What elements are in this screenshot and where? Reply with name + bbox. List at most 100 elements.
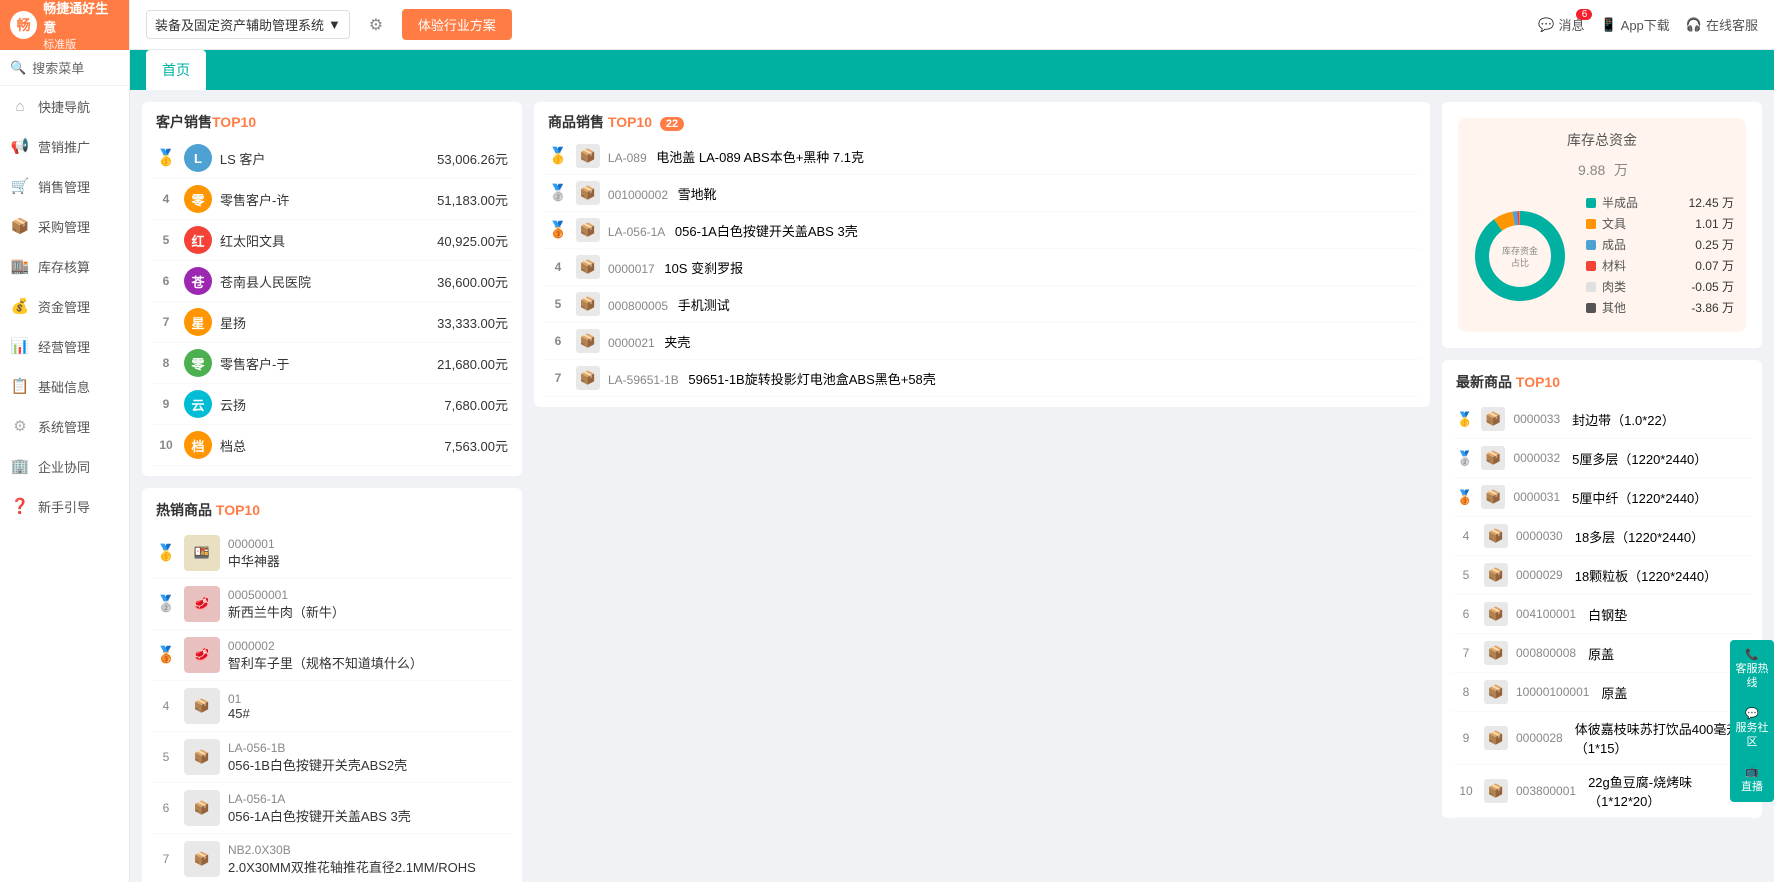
product-code: 0000017 xyxy=(608,262,655,276)
legend-item: 半成品 12.45 万 xyxy=(1586,194,1734,211)
customer-top10-card: 客户销售TOP10 🥇 L LS 客户 53,006.26元 4 xyxy=(142,102,522,476)
rank-num: 4 xyxy=(156,699,176,713)
product-name: 原盖 xyxy=(1601,683,1627,702)
customer-rank-list: 🥇 L LS 客户 53,006.26元 4 零 零售客户-许 51,183.0… xyxy=(142,138,522,476)
customer-amount: 36,600.00元 xyxy=(437,272,508,291)
legend-dot xyxy=(1586,303,1596,313)
product-name: 中华神器 xyxy=(228,551,508,570)
sidebar-item-enterprise[interactable]: 🏢 企业协同 xyxy=(0,446,129,486)
inventory-icon: 🏬 xyxy=(10,256,30,276)
rank-num: 4 xyxy=(548,257,568,277)
rank-num: 10 xyxy=(1456,781,1476,801)
sidebar-item-label: 营销推广 xyxy=(38,137,90,156)
product-code: LA-056-1B xyxy=(228,741,508,755)
legend-label: 材料 xyxy=(1602,257,1689,274)
hot-product-item: 🥈 🥩 000500001 新西兰牛肉（新牛） xyxy=(152,579,512,630)
legend-label: 肉类 xyxy=(1602,278,1685,295)
app-download-btn[interactable]: 📱 App下载 xyxy=(1600,15,1669,34)
product-sales-item: 5 📦 000800005 手机测试 xyxy=(544,286,1420,323)
float-btn-service[interactable]: 📞 客服热线 xyxy=(1730,640,1774,699)
customer-avatar: 星 xyxy=(184,308,212,336)
medal-icon: 🥈 xyxy=(1456,450,1473,467)
customer-avatar: 零 xyxy=(184,349,212,377)
product-code: 000800005 xyxy=(608,299,668,313)
hot-product-item: 6 📦 LA-056-1A 056-1A白色按键开关盖ABS 3壳 xyxy=(152,783,512,834)
online-service-label: 在线客服 xyxy=(1706,15,1758,34)
product-code: 0000021 xyxy=(608,336,655,350)
product-sales-item: 7 📦 LA-59651-1B 59651-1B旋转投影灯电池盒ABS黑色+58… xyxy=(544,360,1420,397)
product-thumbnail: 📦 xyxy=(184,790,220,826)
customer-avatar: 红 xyxy=(184,226,212,254)
trial-button[interactable]: 体验行业方案 xyxy=(402,9,512,40)
newest-product-item: 8 📦 10000100001 原盖 xyxy=(1452,673,1752,712)
product-name: 封边带（1.0*22） xyxy=(1572,410,1675,429)
sidebar-item-marketing[interactable]: 📢 营销推广 xyxy=(0,126,129,166)
customer-amount: 7,563.00元 xyxy=(444,436,508,455)
rank-num: 5 xyxy=(156,230,176,250)
sidebar-item-label: 库存核算 xyxy=(38,257,90,276)
newest-product-item: 5 📦 0000029 18颗粒板（1220*2440） xyxy=(1452,556,1752,595)
sidebar-item-operations[interactable]: 📊 经营管理 xyxy=(0,326,129,366)
sidebar-item-finance[interactable]: 💰 资金管理 xyxy=(0,286,129,326)
product-name: 056-1B白色按键开关壳ABS2壳 xyxy=(228,755,508,774)
product-name: 雪地靴 xyxy=(678,187,717,202)
tab-home[interactable]: 首页 xyxy=(146,50,206,90)
newest-product-item: 🥇 📦 0000033 封边带（1.0*22） xyxy=(1452,400,1752,439)
legend-item: 材料 0.07 万 xyxy=(1586,257,1734,274)
rank-num: 6 xyxy=(548,331,568,351)
system-icon: ⚙ xyxy=(10,416,30,436)
product-thumbnail: 📦 xyxy=(1484,726,1508,750)
system-name: 装备及固定资产辅助管理系统 xyxy=(155,15,324,34)
home-icon: ⌂ xyxy=(10,96,30,116)
legend-label: 其他 xyxy=(1602,299,1685,316)
legend-value: -3.86 万 xyxy=(1691,299,1734,316)
medal-icon: 🥉 xyxy=(548,220,568,240)
product-name: 体彼嘉枝味苏打饮品400毫升（1*15） xyxy=(1575,719,1748,757)
product-thumbnail: 📦 xyxy=(1484,524,1508,548)
product-info: 01 45# xyxy=(228,692,508,721)
float-btn-live[interactable]: 📺 直播 xyxy=(1730,757,1774,802)
medal-icon: 🥈 xyxy=(548,183,568,203)
rank-num: 5 xyxy=(156,750,176,764)
customer-avatar: L xyxy=(184,144,212,172)
message-btn[interactable]: 💬 消息 6 xyxy=(1538,15,1584,34)
rank-num: 9 xyxy=(1456,728,1476,748)
right-column: 库存总资金 9.88 万 xyxy=(1442,102,1762,870)
sidebar-item-inventory[interactable]: 🏬 库存核算 xyxy=(0,246,129,286)
operations-icon: 📊 xyxy=(10,336,30,356)
sidebar-item-guide[interactable]: ❓ 新手引导 xyxy=(0,486,129,526)
system-select[interactable]: 装备及固定资产辅助管理系统 ▼ xyxy=(146,10,350,39)
customer-amount: 51,183.00元 xyxy=(437,190,508,209)
newest-product-card: 最新商品 TOP10 🥇 📦 0000033 封边带（1.0*22） 🥈 📦 xyxy=(1442,360,1762,818)
product-info: LA-056-1A 056-1A白色按键开关盖ABS 3壳 xyxy=(228,792,508,825)
sidebar-item-sales[interactable]: 🛒 销售管理 xyxy=(0,166,129,206)
legend-label: 半成品 xyxy=(1602,194,1683,211)
product-thumbnail: 🥩 xyxy=(184,637,220,673)
customer-rank-item: 6 苍 苍南县人民医院 36,600.00元 xyxy=(152,261,512,302)
float-btn-community[interactable]: 💬 服务社区 xyxy=(1730,699,1774,758)
sidebar-item-basic-info[interactable]: 📋 基础信息 xyxy=(0,366,129,406)
main-area: 装备及固定资产辅助管理系统 ▼ ⚙ 体验行业方案 💬 消息 6 📱 App下载 … xyxy=(130,0,1774,882)
product-code: 0000029 xyxy=(1516,568,1563,582)
online-service-btn[interactable]: 🎧 在线客服 xyxy=(1686,15,1758,34)
donut-chart-wrap: 库存资金 占比 半成品 12.45 万 xyxy=(1470,194,1734,320)
customer-avatar: 苍 xyxy=(184,267,212,295)
message-icon: 💬 xyxy=(1538,17,1554,33)
sidebar-search[interactable]: 🔍 搜索菜单 xyxy=(0,50,129,86)
newest-product-item: 🥈 📦 0000032 5厘多层（1220*2440） xyxy=(1452,439,1752,478)
product-name: 59651-1B旋转投影灯电池盒ABS黑色+58壳 xyxy=(688,372,935,387)
sidebar-item-purchase[interactable]: 📦 采购管理 xyxy=(0,206,129,246)
svg-text:库存资金: 库存资金 xyxy=(1502,245,1538,256)
purchase-icon: 📦 xyxy=(10,216,30,236)
gear-button[interactable]: ⚙ xyxy=(362,11,390,39)
search-label: 搜索菜单 xyxy=(32,58,84,77)
product-name: 22g鱼豆腐-烧烤味（1*12*20） xyxy=(1588,772,1748,810)
sidebar-item-quick-nav[interactable]: ⌂ 快捷导航 xyxy=(0,86,129,126)
product-thumbnail: 🍱 xyxy=(184,535,220,571)
donut-legend: 半成品 12.45 万 文具 1.01 万 xyxy=(1586,194,1734,320)
customer-rank-item: 10 档 档总 7,563.00元 xyxy=(152,425,512,466)
customer-name: 红太阳文具 xyxy=(220,231,429,250)
legend-value: 1.01 万 xyxy=(1695,215,1734,232)
sidebar-item-system[interactable]: ⚙ 系统管理 xyxy=(0,406,129,446)
medal-icon: 🥇 xyxy=(156,543,176,563)
